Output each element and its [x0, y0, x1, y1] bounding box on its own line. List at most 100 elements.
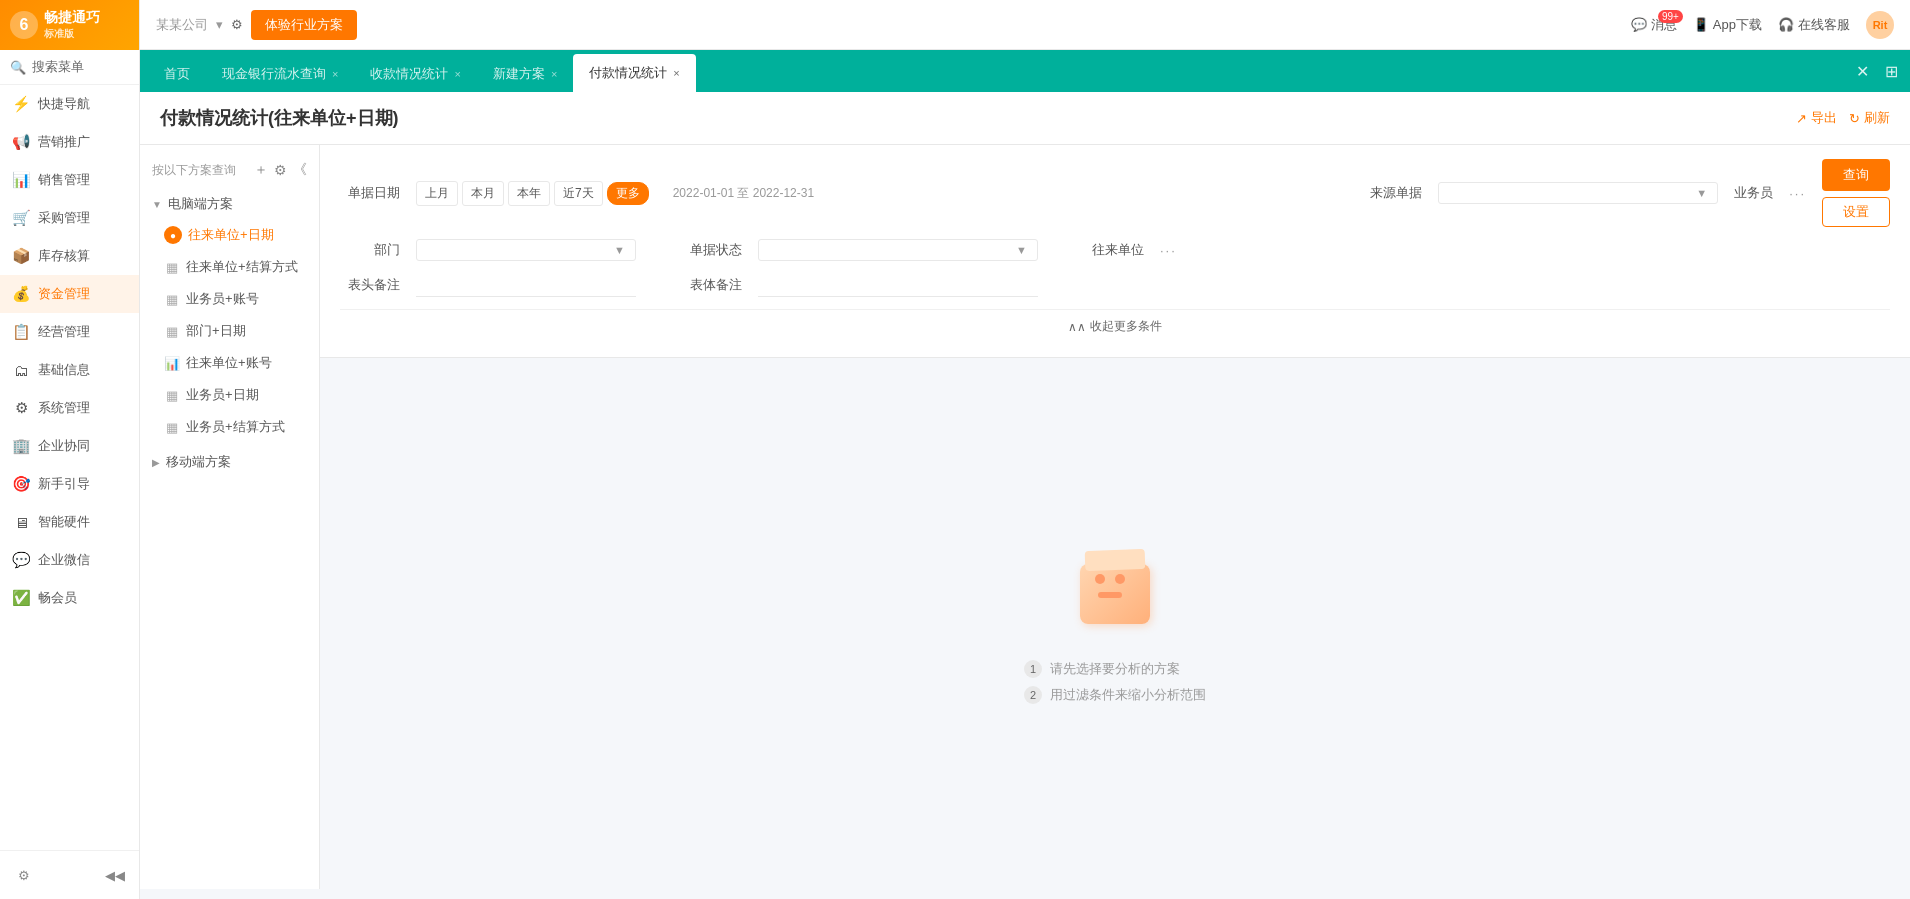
empty-hint-2: 2 用过滤条件来缩小分析范围 — [1024, 686, 1206, 704]
scheme-item-staff-account[interactable]: ▦ 业务员+账号 — [140, 283, 319, 315]
tabs-close-all-icon[interactable]: ✕ — [1852, 58, 1873, 85]
notice-icon: 💬 — [1631, 17, 1647, 32]
sidebar-nav: ⚡ 快捷导航 📢 营销推广 📊 销售管理 🛒 采购管理 📦 库存核算 💰 资金管… — [0, 85, 139, 850]
this-year-btn[interactable]: 本年 — [508, 181, 550, 206]
empty-box-lid — [1085, 548, 1146, 570]
sidebar-item-member[interactable]: ✅ 畅会员 — [0, 579, 139, 617]
avatar-label: Rit — [1873, 19, 1888, 31]
scheme-collapse-icon[interactable]: 《 — [293, 161, 307, 179]
topbar-gear-icon[interactable]: ⚙ — [231, 17, 243, 32]
sidebar-item-sales[interactable]: 📊 销售管理 — [0, 161, 139, 199]
tabs-expand-icon[interactable]: ⊞ — [1881, 58, 1902, 85]
scheme-item-partner-date[interactable]: ● 往来单位+日期 — [140, 219, 319, 251]
tab-close-new-plan[interactable]: × — [551, 68, 557, 80]
scheme-group-mobile-header[interactable]: ▶ 移动端方案 — [140, 447, 319, 477]
status-select[interactable]: ▼ — [758, 239, 1038, 261]
scheme-item-partner-account[interactable]: 📊 往来单位+账号 — [140, 347, 319, 379]
scheme-item-staff-date[interactable]: ▦ 业务员+日期 — [140, 379, 319, 411]
scheme-item-partner-settle[interactable]: ▦ 往来单位+结算方式 — [140, 251, 319, 283]
date-label: 单据日期 — [340, 184, 400, 202]
sidebar-collapse-btn[interactable]: ◀◀ — [101, 861, 129, 889]
tab-close-bank-flow[interactable]: × — [332, 68, 338, 80]
scheme-add-icon[interactable]: ＋ — [254, 161, 268, 179]
tab-bank-flow[interactable]: 现金银行流水查询× — [206, 56, 354, 92]
last-month-btn[interactable]: 上月 — [416, 181, 458, 206]
page-title: 付款情况统计(往来单位+日期) — [160, 106, 399, 130]
date-buttons: 上月 本月 本年 近7天 更多 — [416, 181, 649, 206]
topbar-dropdown-icon[interactable]: ▾ — [216, 17, 223, 32]
scheme-group-pc-label: 电脑端方案 — [168, 195, 233, 213]
sidebar-item-enterprise[interactable]: 🏢 企业协同 — [0, 427, 139, 465]
sidebar-icon-hardware: 🖥 — [12, 513, 30, 531]
sidebar-item-basic[interactable]: 🗂 基础信息 — [0, 351, 139, 389]
page-header-actions: ↗ 导出 ↻ 刷新 — [1796, 109, 1890, 127]
sidebar-item-operation[interactable]: 📋 经营管理 — [0, 313, 139, 351]
scheme-item-staff-settle[interactable]: ▦ 业务员+结算方式 — [140, 411, 319, 443]
sidebar-item-quick-nav[interactable]: ⚡ 快捷导航 — [0, 85, 139, 123]
refresh-btn[interactable]: ↻ 刷新 — [1849, 109, 1890, 127]
dept-select[interactable]: ▼ — [416, 239, 636, 261]
scheme-item-grid4-icon: ▦ — [164, 387, 180, 403]
sidebar-item-purchase[interactable]: 🛒 采购管理 — [0, 199, 139, 237]
refresh-label: 刷新 — [1864, 109, 1890, 127]
settings-btn[interactable]: 设置 — [1822, 197, 1890, 227]
scheme-item-partner-settle-label: 往来单位+结算方式 — [186, 258, 298, 276]
tab-close-receipt-stats[interactable]: × — [454, 68, 460, 80]
tab-label-payment-stats: 付款情况统计 — [589, 64, 667, 82]
hint-num-2: 2 — [1024, 686, 1042, 704]
tab-home[interactable]: 首页 — [148, 56, 206, 92]
sidebar-label-capital: 资金管理 — [38, 285, 90, 303]
sidebar-item-guide[interactable]: 🎯 新手引导 — [0, 465, 139, 503]
topbar-app[interactable]: 📱 App下载 — [1693, 16, 1762, 34]
status-arrow: ▼ — [1016, 244, 1027, 256]
topbar-avatar[interactable]: Rit — [1866, 11, 1894, 39]
topbar-notice[interactable]: 💬 消息 99+ — [1631, 16, 1677, 34]
scheme-settings-icon[interactable]: ⚙ — [274, 162, 287, 178]
sidebar-icon-guide: 🎯 — [12, 475, 30, 493]
filter-row-2: 部门 ▼ 单据状态 ▼ 往来单位 ··· — [340, 239, 1890, 261]
tab-receipt-stats[interactable]: 收款情况统计× — [354, 56, 476, 92]
tab-close-payment-stats[interactable]: × — [673, 67, 679, 79]
collapse-filter-btn[interactable]: ∧∧ 收起更多条件 — [340, 309, 1890, 343]
sidebar-item-capital[interactable]: 💰 资金管理 — [0, 275, 139, 313]
export-btn[interactable]: ↗ 导出 — [1796, 109, 1837, 127]
body-note-label: 表体备注 — [682, 276, 742, 294]
this-month-btn[interactable]: 本月 — [462, 181, 504, 206]
sidebar-settings-btn[interactable]: ⚙ — [10, 861, 38, 889]
sidebar-item-marketing[interactable]: 📢 营销推广 — [0, 123, 139, 161]
query-btn[interactable]: 查询 — [1822, 159, 1890, 191]
tab-payment-stats[interactable]: 付款情况统计 × — [573, 54, 695, 92]
logo-content: 畅捷通巧 标准版 — [44, 9, 100, 41]
topbar-service[interactable]: 🎧 在线客服 — [1778, 16, 1850, 34]
sidebar-item-system[interactable]: ⚙ 系统管理 — [0, 389, 139, 427]
sidebar-icon-enterprise: 🏢 — [12, 437, 30, 455]
sidebar-label-member: 畅会员 — [38, 589, 77, 607]
scheme-panel-actions: ＋ ⚙ 《 — [254, 161, 307, 179]
partner-input[interactable]: ··· — [1160, 243, 1177, 258]
sidebar-search[interactable]: 🔍 搜索菜单 — [0, 50, 139, 85]
staff-input[interactable]: ··· — [1789, 186, 1806, 201]
sidebar-icon-basic: 🗂 — [12, 361, 30, 379]
header-note-input[interactable] — [416, 273, 636, 297]
service-icon: 🎧 — [1778, 17, 1794, 32]
sidebar-icon-purchase: 🛒 — [12, 209, 30, 227]
last-7days-btn[interactable]: 近7天 — [554, 181, 603, 206]
scheme-item-dept-date[interactable]: ▦ 部门+日期 — [140, 315, 319, 347]
app-label: App下载 — [1713, 16, 1762, 34]
hint-num-1: 1 — [1024, 660, 1042, 678]
export-label: 导出 — [1811, 109, 1837, 127]
sidebar-item-inventory[interactable]: 📦 库存核算 — [0, 237, 139, 275]
sidebar-label-system: 系统管理 — [38, 399, 90, 417]
sidebar-item-wechat[interactable]: 💬 企业微信 — [0, 541, 139, 579]
tab-new-plan[interactable]: 新建方案× — [477, 56, 573, 92]
body-note-input[interactable] — [758, 273, 1038, 297]
source-select-arrow: ▼ — [1696, 187, 1707, 199]
sidebar-item-hardware[interactable]: 🖥 智能硬件 — [0, 503, 139, 541]
trial-btn[interactable]: 体验行业方案 — [251, 10, 357, 40]
source-select[interactable]: ▼ — [1438, 182, 1718, 204]
sidebar-icon-inventory: 📦 — [12, 247, 30, 265]
tabs-actions: ✕ ⊞ — [1852, 50, 1902, 92]
header-note-label: 表头备注 — [340, 276, 400, 294]
scheme-group-pc-header[interactable]: ▼ 电脑端方案 — [140, 189, 319, 219]
more-date-btn[interactable]: 更多 — [607, 182, 649, 205]
